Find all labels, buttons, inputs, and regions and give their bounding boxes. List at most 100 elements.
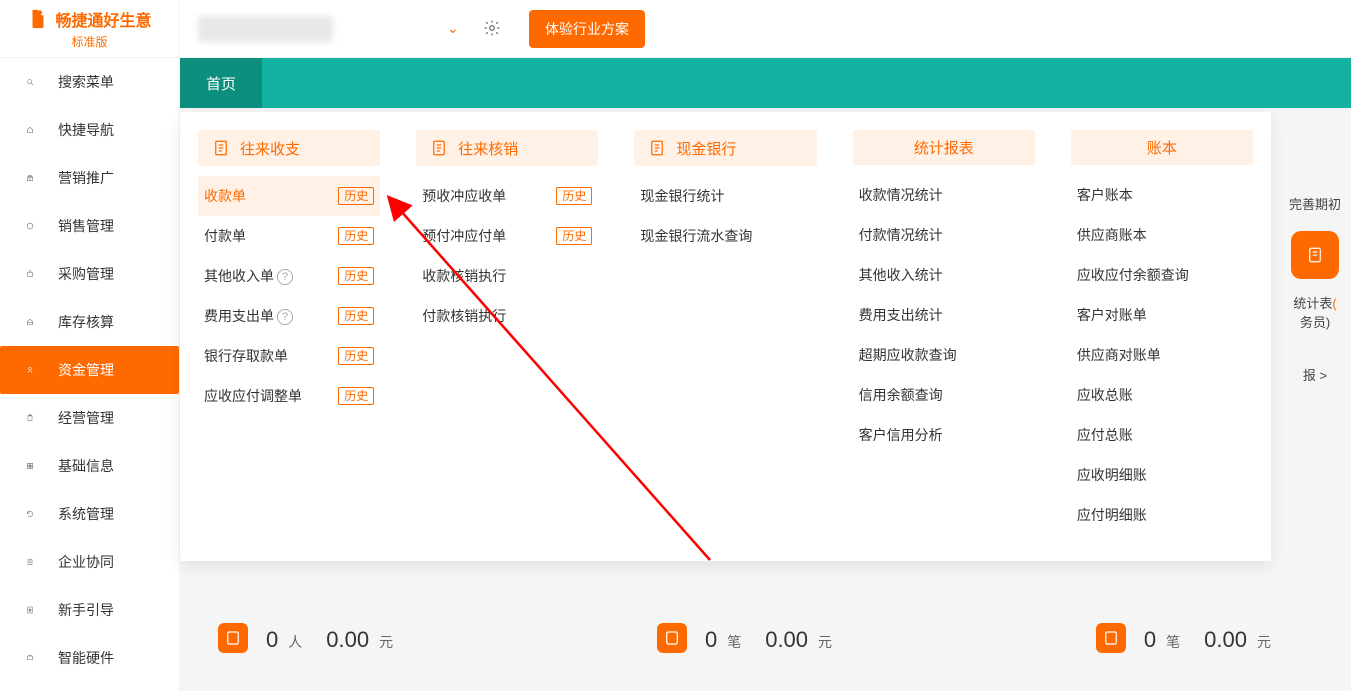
sidebar-item-2[interactable]: 营销推广 bbox=[0, 154, 179, 202]
sidebar: 畅捷通好生意 标准版 搜索菜单快捷导航营销推广销售管理采购管理库存核算资金管理经… bbox=[0, 0, 180, 691]
mega-item-label: 应收应付调整单 bbox=[204, 386, 302, 406]
clipboard-icon bbox=[26, 408, 46, 428]
mega-item[interactable]: 付款单 历史 bbox=[198, 216, 380, 256]
mega-column-title: 现金银行 bbox=[676, 138, 736, 159]
mega-item-label: 付款单 bbox=[204, 226, 246, 246]
document-icon bbox=[646, 137, 668, 159]
mega-column-1: 往来核销预收冲应收单历史预付冲应付单 历史收款核销执行付款核销执行 bbox=[398, 130, 616, 535]
mega-item-label: 超期应收款查询 bbox=[859, 345, 957, 365]
mega-column-header: 账本 bbox=[1071, 130, 1253, 165]
sidebar-item-label: 经营管理 bbox=[58, 408, 114, 428]
sidebar-item-10[interactable]: 企业协同 bbox=[0, 538, 179, 586]
stat-unit2: 元 bbox=[379, 632, 393, 652]
mega-item[interactable]: 应收应付调整单 历史 bbox=[198, 376, 380, 416]
sidebar-item-11[interactable]: 新手引导 bbox=[0, 586, 179, 634]
mega-item[interactable]: 预收冲应收单历史 bbox=[416, 176, 598, 216]
stats-row: 0人0.00元0笔0.00元0笔0.00元 bbox=[218, 623, 1271, 653]
mega-item[interactable]: 客户信用分析 bbox=[853, 415, 1035, 455]
mega-item-label: 付款核销执行 bbox=[422, 306, 506, 326]
mega-item[interactable]: 现金银行流水查询 bbox=[634, 216, 816, 256]
mega-item[interactable]: 应收总账 bbox=[1071, 375, 1253, 415]
mega-item[interactable]: 应收明细账 bbox=[1071, 455, 1253, 495]
mega-column-title: 往来收支 bbox=[240, 138, 300, 159]
sidebar-item-label: 资金管理 bbox=[58, 360, 114, 380]
sidebar-item-6[interactable]: 资金管理 bbox=[0, 346, 179, 394]
help-icon[interactable]: ? bbox=[277, 309, 293, 325]
sidebar-item-4[interactable]: 采购管理 bbox=[0, 250, 179, 298]
history-badge[interactable]: 历史 bbox=[338, 387, 374, 405]
history-badge[interactable]: 历史 bbox=[338, 267, 374, 285]
sidebar-item-8[interactable]: 基础信息 bbox=[0, 442, 179, 490]
mega-item[interactable]: 供应商账本 bbox=[1071, 215, 1253, 255]
mega-item[interactable]: 超期应收款查询 bbox=[853, 335, 1035, 375]
money-icon bbox=[26, 360, 46, 380]
mega-item[interactable]: 费用支出单?历史 bbox=[198, 296, 380, 336]
mega-item[interactable]: 其他收入单?历史 bbox=[198, 256, 380, 296]
sidebar-item-label: 智能硬件 bbox=[58, 648, 114, 668]
sidebar-item-1[interactable]: 快捷导航 bbox=[0, 106, 179, 154]
brand-edition: 标准版 bbox=[71, 33, 107, 50]
stat-amount: 0.00 bbox=[326, 627, 369, 653]
mega-item[interactable]: 预付冲应付单 历史 bbox=[416, 216, 598, 256]
brand-logo: 畅捷通好生意 标准版 bbox=[0, 0, 179, 58]
stat-0: 0人0.00元 bbox=[218, 623, 393, 653]
peek-text-3[interactable]: 报 > bbox=[1279, 365, 1351, 384]
mega-item[interactable]: 现金银行统计 bbox=[634, 176, 816, 216]
history-badge[interactable]: 历史 bbox=[338, 347, 374, 365]
sidebar-item-label: 库存核算 bbox=[58, 312, 114, 332]
mega-item[interactable]: 应收应付余额查询 bbox=[1071, 255, 1253, 295]
experience-plan-button[interactable]: 体验行业方案 bbox=[529, 10, 645, 48]
mega-item[interactable]: 收款情况统计 bbox=[853, 175, 1035, 215]
sidebar-item-5[interactable]: 库存核算 bbox=[0, 298, 179, 346]
tv-icon bbox=[26, 648, 46, 668]
stat-2: 0笔0.00元 bbox=[1096, 623, 1271, 653]
mega-item-label: 付款情况统计 bbox=[859, 225, 943, 245]
mega-column-title: 往来核销 bbox=[458, 138, 518, 159]
history-badge[interactable]: 历史 bbox=[338, 307, 374, 325]
sidebar-item-3[interactable]: 销售管理 bbox=[0, 202, 179, 250]
history-badge[interactable]: 历史 bbox=[338, 227, 374, 245]
gear-icon[interactable] bbox=[483, 19, 503, 39]
refresh-icon bbox=[26, 504, 46, 524]
mega-item[interactable]: 信用余额查询 bbox=[853, 375, 1035, 415]
bag-icon bbox=[26, 264, 46, 284]
mega-item[interactable]: 客户账本 bbox=[1071, 175, 1253, 215]
stat-1: 0笔0.00元 bbox=[657, 623, 832, 653]
tab-home[interactable]: 首页 bbox=[180, 58, 262, 108]
mega-column-header: 往来收支 bbox=[198, 130, 380, 166]
mega-item-label: 预付冲应付单 bbox=[422, 226, 506, 246]
mega-column-header: 统计报表 bbox=[853, 130, 1035, 165]
mega-item[interactable]: 收款核销执行 bbox=[416, 256, 598, 296]
right-peek-panel: 完善期初 统计表(务员) 报 > bbox=[1279, 180, 1351, 384]
mega-item[interactable]: 银行存取款单历史 bbox=[198, 336, 380, 376]
sidebar-item-12[interactable]: 智能硬件 bbox=[0, 634, 179, 682]
mega-item[interactable]: 应付明细账 bbox=[1071, 495, 1253, 535]
history-badge[interactable]: 历史 bbox=[556, 227, 592, 245]
mega-item-label: 收款核销执行 bbox=[422, 266, 506, 286]
sidebar-item-9[interactable]: 系统管理 bbox=[0, 490, 179, 538]
sidebar-item-7[interactable]: 经营管理 bbox=[0, 394, 179, 442]
mega-item-label: 收款情况统计 bbox=[859, 185, 943, 205]
mega-item-label: 客户账本 bbox=[1077, 185, 1133, 205]
mega-item[interactable]: 付款情况统计 bbox=[853, 215, 1035, 255]
chevron-down-icon[interactable]: ⌄ bbox=[447, 20, 461, 37]
mega-item[interactable]: 应付总账 bbox=[1071, 415, 1253, 455]
mega-item[interactable]: 其他收入统计 bbox=[853, 255, 1035, 295]
mega-item-label: 应付明细账 bbox=[1077, 505, 1147, 525]
home-icon bbox=[26, 120, 46, 140]
history-badge[interactable]: 历史 bbox=[338, 187, 374, 205]
peek-text-2a: 统计表 bbox=[1293, 296, 1332, 311]
mega-item[interactable]: 费用支出统计 bbox=[853, 295, 1035, 335]
mega-item[interactable]: 收款单历史 bbox=[198, 176, 380, 216]
help-icon[interactable]: ? bbox=[277, 269, 293, 285]
sidebar-item-0[interactable]: 搜索菜单 bbox=[0, 58, 179, 106]
mega-item[interactable]: 供应商对账单 bbox=[1071, 335, 1253, 375]
stat-unit1: 笔 bbox=[1166, 632, 1180, 652]
mega-item[interactable]: 客户对账单 bbox=[1071, 295, 1253, 335]
stat-unit2: 元 bbox=[1257, 632, 1271, 652]
history-badge[interactable]: 历史 bbox=[556, 187, 592, 205]
stat-unit1: 人 bbox=[288, 632, 302, 652]
peek-badge-icon[interactable] bbox=[1291, 231, 1339, 279]
stat-count: 0 bbox=[705, 627, 717, 653]
mega-item[interactable]: 付款核销执行 bbox=[416, 296, 598, 336]
